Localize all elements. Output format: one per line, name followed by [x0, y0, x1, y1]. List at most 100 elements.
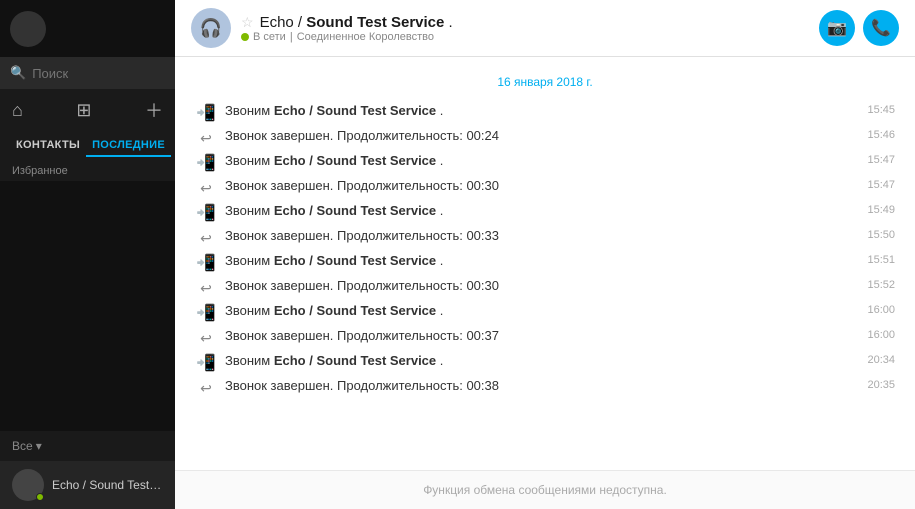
call-out-phone-icon: 📲 [196, 253, 216, 273]
message-content: Звоним Echo / Sound Test Service . [225, 251, 859, 271]
call-out-icon: 📲 [195, 352, 217, 374]
message-time: 15:47 [867, 179, 895, 191]
call-prefix: Звоним [225, 303, 274, 318]
call-suffix: . [436, 153, 443, 168]
main-chat-area: 🎧 ☆ Echo / Sound Test Service . В сети |… [175, 0, 915, 509]
call-out-phone-icon: 📲 [196, 153, 216, 173]
call-suffix: . [436, 203, 443, 218]
call-contact-name: Echo / Sound Test Service [274, 353, 436, 368]
chat-body: 16 января 2018 г. 📲 Звоним Echo / Sound T… [175, 57, 915, 470]
star-icon[interactable]: ☆ [241, 14, 254, 31]
message-time: 15:51 [867, 254, 895, 266]
chat-header: 🎧 ☆ Echo / Sound Test Service . В сети |… [175, 0, 915, 57]
home-icon[interactable]: ⌂ [12, 100, 23, 121]
messages-container: 📲 Звоним Echo / Sound Test Service . 15:45… [195, 101, 895, 399]
call-contact-name: Echo / Sound Test Service [274, 203, 436, 218]
call-completed-text: Звонок завершен. Продолжительность: 00:2… [225, 128, 499, 143]
message-row: 📲 Звоним Echo / Sound Test Service . 16:00 [195, 301, 895, 324]
message-row: ↩ Звонок завершен. Продолжительность: 00:… [195, 176, 895, 199]
message-content: Звонок завершен. Продолжительность: 00:3… [225, 276, 859, 296]
call-prefix: Звоним [225, 353, 274, 368]
call-out-icon: 📲 [195, 252, 217, 274]
all-section: Все ▾ [0, 431, 175, 461]
all-label[interactable]: Все ▾ [12, 439, 163, 453]
call-contact-name: Echo / Sound Test Service [274, 303, 436, 318]
message-time: 15:46 [867, 129, 895, 141]
message-row: 📲Звоним Echo / Sound Test Service .15:47 [195, 151, 895, 174]
call-out-icon: 📲 [195, 152, 217, 174]
call-contact-name: Echo / Sound Test Service [274, 253, 436, 268]
call-in-phone-icon: ↩ [200, 130, 212, 147]
chat-contact-name: Echo / Sound Test Service . [260, 14, 453, 31]
message-row: 📲Звоним Echo / Sound Test Service .15:49 [195, 201, 895, 224]
call-out-icon: 📲 [195, 202, 217, 224]
call-prefix: Звоним [225, 253, 274, 268]
message-row: ↩ Звонок завершен. Продолжительность: 00:… [195, 126, 895, 149]
call-in-phone-icon: ↩ [200, 230, 212, 247]
message-row: ↩ Звонок завершен. Продолжительность: 00:… [195, 276, 895, 299]
call-in-icon: ↩ [195, 127, 217, 149]
call-contact-name: Echo / Sound Test Service [274, 103, 436, 118]
message-content: Звонок завершен. Продолжительность: 00:3… [225, 226, 859, 246]
call-in-phone-icon: ↩ [200, 180, 212, 197]
sidebar-tabs: КОНТАКТЫ ПОСЛЕДНИЕ [0, 131, 175, 157]
call-completed-text: Звонок завершен. Продолжительность: 00:3… [225, 178, 499, 193]
call-completed-text: Звонок завершен. Продолжительность: 00:3… [225, 278, 499, 293]
grid-icon[interactable]: ⊞ [76, 100, 91, 121]
sidebar: 🔍 ⌂ ⊞ ＋ КОНТАКТЫ ПОСЛЕДНИЕ Избранное Все… [0, 0, 175, 509]
call-prefix: Звоним [225, 153, 274, 168]
all-text: Все [12, 439, 33, 453]
sidebar-top [0, 0, 175, 57]
tab-contacts[interactable]: КОНТАКТЫ [10, 135, 86, 157]
contact-avatar [12, 469, 44, 501]
headset-icon: 🎧 [200, 18, 222, 39]
contact-name: Echo / Sound Test Serv... [52, 478, 163, 492]
chat-name-prefix: Echo / [260, 14, 307, 31]
date-divider: 16 января 2018 г. [195, 75, 895, 89]
video-call-button[interactable]: 📷 [819, 10, 855, 46]
call-in-phone-icon: ↩ [200, 280, 212, 297]
message-content: Звоним Echo / Sound Test Service . [225, 101, 859, 121]
call-in-icon: ↩ [195, 277, 217, 299]
search-input[interactable] [32, 66, 165, 81]
message-time: 16:00 [867, 304, 895, 316]
chat-name-suffix: . [444, 14, 452, 31]
tab-recent[interactable]: ПОСЛЕДНИЕ [86, 135, 171, 157]
video-icon: 📷 [827, 18, 847, 38]
message-time: 15:52 [867, 279, 895, 291]
chat-contact-status: В сети | Соединенное Королевство [241, 31, 453, 43]
message-time: 20:34 [867, 354, 895, 366]
recent-contact-item[interactable]: Echo / Sound Test Serv... [0, 461, 175, 509]
chat-contact-avatar: 🎧 [191, 8, 231, 48]
user-avatar [10, 11, 46, 47]
call-out-icon: 📲 [195, 102, 217, 124]
message-time: 20:35 [867, 379, 895, 391]
search-icon: 🔍 [10, 65, 26, 81]
call-suffix: . [436, 353, 443, 368]
message-content: Звоним Echo / Sound Test Service . [225, 201, 859, 221]
message-content: Звоним Echo / Sound Test Service . [225, 151, 859, 171]
chat-name-bold: Sound Test Service [306, 14, 444, 31]
message-time: 15:45 [867, 104, 895, 116]
call-in-icon: ↩ [195, 177, 217, 199]
call-in-icon: ↩ [195, 377, 217, 399]
call-suffix: . [436, 103, 443, 118]
call-out-phone-icon: 📲 [196, 353, 216, 373]
status-text: В сети [253, 31, 286, 43]
chat-footer: Функция обмена сообщениями недоступна. [175, 470, 915, 509]
message-content: Звонок завершен. Продолжительность: 00:3… [225, 176, 859, 196]
search-bar[interactable]: 🔍 [0, 57, 175, 89]
online-status-dot [36, 493, 44, 501]
call-out-phone-icon: 📲 [196, 303, 216, 323]
add-icon[interactable]: ＋ [145, 97, 163, 123]
message-time: 15:50 [867, 229, 895, 241]
phone-icon: 📞 [871, 18, 891, 38]
call-in-icon: ↩ [195, 227, 217, 249]
contacts-list-area [0, 181, 175, 431]
call-contact-name: Echo / Sound Test Service [274, 153, 436, 168]
call-in-icon: ↩ [195, 327, 217, 349]
call-suffix: . [436, 253, 443, 268]
call-prefix: Звоним [225, 103, 274, 118]
call-suffix: . [436, 303, 443, 318]
voice-call-button[interactable]: 📞 [863, 10, 899, 46]
